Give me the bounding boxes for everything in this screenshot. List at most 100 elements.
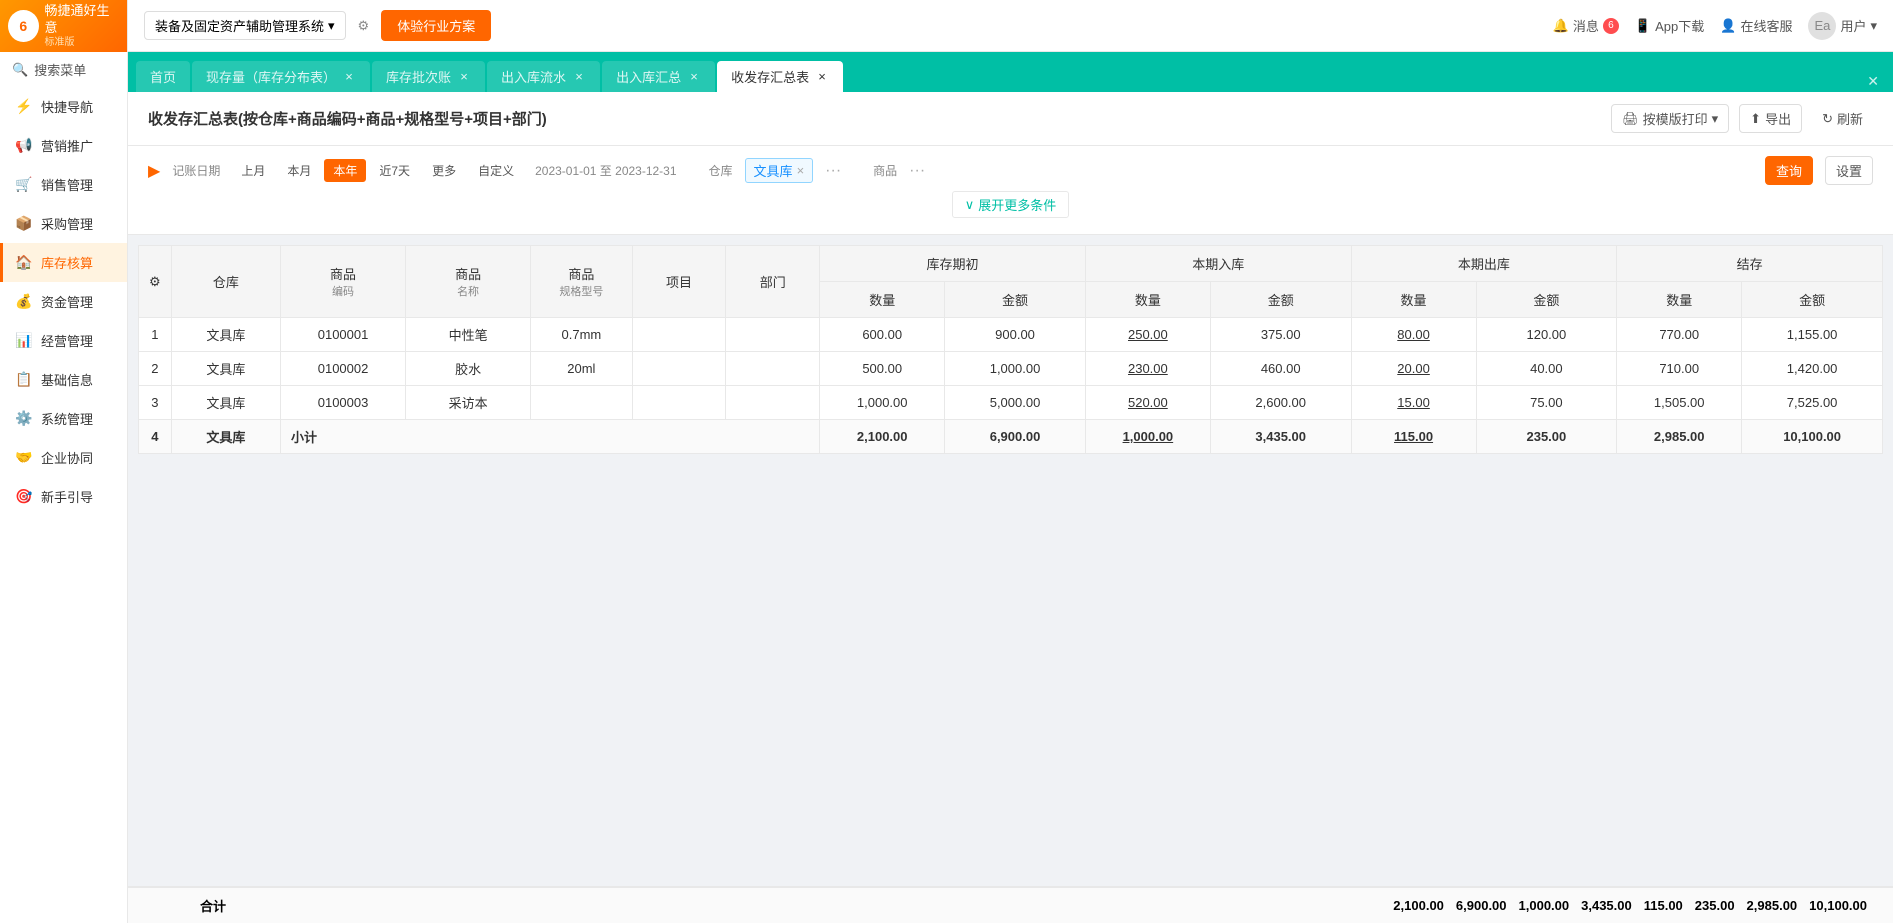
- printer-icon: 🖨: [1622, 111, 1639, 127]
- bell-icon: 🔔: [1553, 18, 1569, 34]
- tab-close-recv-summary[interactable]: ×: [815, 70, 829, 84]
- user-menu[interactable]: Ea 用户 ▾: [1808, 12, 1877, 40]
- topbar: 装备及固定资产辅助管理系统 ▾ ⚙ 体验行业方案 🔔 消息 6 📱 App下载 …: [128, 0, 1893, 52]
- th-period-in: 本期入库: [1085, 246, 1351, 282]
- total-closing-amt: 10,100.00: [1803, 894, 1873, 917]
- tab-inout-flow[interactable]: 出入库流水 ×: [487, 61, 600, 92]
- row1-spec: 0.7mm: [531, 318, 633, 352]
- th-opening-amt: 金额: [945, 282, 1086, 318]
- try-industry-button[interactable]: 体验行业方案: [381, 10, 491, 41]
- row1-in-qty[interactable]: 250.00: [1085, 318, 1210, 352]
- page-actions: 🖨 按模版打印 ▾ ⬆ 导出 ↻ 刷新: [1611, 104, 1873, 133]
- sidebar-item-basic[interactable]: 📋 基础信息: [0, 360, 127, 399]
- row3-out-qty[interactable]: 15.00: [1351, 386, 1476, 420]
- settings-button[interactable]: 设置: [1825, 156, 1873, 185]
- row2-opening-amt: 1,000.00: [945, 352, 1086, 386]
- row1-project: [632, 318, 726, 352]
- sidebar-item-quick-nav[interactable]: ⚡ 快捷导航: [0, 87, 127, 126]
- warehouse-tag-close[interactable]: ×: [797, 163, 805, 178]
- sidebar-item-finance[interactable]: 💰 资金管理: [0, 282, 127, 321]
- warehouse-label: 仓库: [709, 162, 733, 179]
- tab-batch-ledger[interactable]: 库存批次账 ×: [372, 61, 485, 92]
- page-title: 收发存汇总表(按仓库+商品编码+商品+规格型号+项目+部门): [148, 108, 547, 129]
- row2-dept: [726, 352, 820, 386]
- warehouse-more-btn[interactable]: ···: [825, 162, 841, 180]
- logo-icon: 6: [8, 10, 39, 42]
- expand-collapse-btn[interactable]: ▶: [148, 161, 160, 181]
- row3-in-qty[interactable]: 520.00: [1085, 386, 1210, 420]
- row1-warehouse: 文具库: [171, 318, 280, 352]
- subtotal-in-qty[interactable]: 1,000.00: [1085, 420, 1210, 454]
- row2-out-amt: 40.00: [1476, 352, 1617, 386]
- subtotal-opening-qty: 2,100.00: [820, 420, 945, 454]
- row3-out-amt: 75.00: [1476, 386, 1617, 420]
- row2-closing-qty: 710.00: [1617, 352, 1742, 386]
- row2-in-qty[interactable]: 230.00: [1085, 352, 1210, 386]
- row1-out-qty[interactable]: 80.00: [1351, 318, 1476, 352]
- th-settings[interactable]: ⚙: [139, 246, 172, 318]
- tab-close-inventory-dist[interactable]: ×: [342, 70, 356, 84]
- expand-row: ∨ 展开更多条件: [148, 185, 1873, 224]
- sidebar-item-operations[interactable]: 📊 经营管理: [0, 321, 127, 360]
- date-btn-more[interactable]: 更多: [423, 159, 465, 182]
- date-btn-custom[interactable]: 自定义: [469, 159, 523, 182]
- sidebar-item-inventory[interactable]: 🏠 库存核算: [0, 243, 127, 282]
- table-row: 2 文具库 0100002 胶水 20ml 500.00 1,000.00 23…: [139, 352, 1883, 386]
- th-period-out: 本期出库: [1351, 246, 1617, 282]
- chevron-down-icon: ▾: [1712, 111, 1719, 127]
- footer-total-bar: 合计 2,100.00 6,900.00 1,000.00 3,435.00 1…: [128, 886, 1893, 923]
- print-button[interactable]: 🖨 按模版打印 ▾: [1611, 104, 1729, 133]
- app-download-button[interactable]: 📱 App下载: [1635, 16, 1704, 35]
- date-btn-7days[interactable]: 近7天: [370, 159, 419, 182]
- tab-close-inout-summary[interactable]: ×: [687, 70, 701, 84]
- subtotal-out-amt: 235.00: [1476, 420, 1617, 454]
- sidebar-item-sales[interactable]: 🛒 销售管理: [0, 165, 127, 204]
- refresh-button[interactable]: ↻ 刷新: [1812, 105, 1873, 132]
- table-body: 1 文具库 0100001 中性笔 0.7mm 600.00 900.00 25…: [139, 318, 1883, 454]
- row2-no: 2: [139, 352, 172, 386]
- sidebar-item-collab[interactable]: 🤝 企业协同: [0, 438, 127, 477]
- th-in-qty: 数量: [1085, 282, 1210, 318]
- close-all-icon[interactable]: ✕: [1861, 71, 1885, 92]
- subtotal-row: 4 文具库 小计 2,100.00 6,900.00 1,000.00 3,43…: [139, 420, 1883, 454]
- date-btn-this-year[interactable]: 本年: [324, 159, 366, 182]
- sidebar-search[interactable]: 🔍 搜索菜单: [0, 52, 127, 87]
- goods-more-btn[interactable]: ···: [909, 162, 925, 180]
- subtotal-out-qty[interactable]: 115.00: [1351, 420, 1476, 454]
- gear-icon[interactable]: ⚙: [358, 18, 370, 34]
- total-out-qty: 115.00: [1638, 894, 1689, 917]
- sidebar-item-guide[interactable]: 🎯 新手引导: [0, 477, 127, 516]
- sidebar-item-purchase[interactable]: 📦 采购管理: [0, 204, 127, 243]
- date-btn-this-month[interactable]: 本月: [278, 159, 320, 182]
- online-service-button[interactable]: 👤 在线客服: [1720, 16, 1792, 35]
- row3-opening-amt: 5,000.00: [945, 386, 1086, 420]
- row1-in-amt: 375.00: [1210, 318, 1351, 352]
- row2-out-qty[interactable]: 20.00: [1351, 352, 1476, 386]
- content-area: 收发存汇总表(按仓库+商品编码+商品+规格型号+项目+部门) 🖨 按模版打印 ▾…: [128, 92, 1893, 923]
- subtotal-opening-amt: 6,900.00: [945, 420, 1086, 454]
- tab-inventory-dist[interactable]: 现存量（库存分布表） ×: [192, 61, 370, 92]
- tab-close-inout-flow[interactable]: ×: [572, 70, 586, 84]
- sidebar-item-marketing[interactable]: 📢 营销推广: [0, 126, 127, 165]
- sidebar-item-system[interactable]: ⚙️ 系统管理: [0, 399, 127, 438]
- tab-recv-summary[interactable]: 收发存汇总表 ×: [717, 61, 843, 92]
- notifications-button[interactable]: 🔔 消息 6: [1553, 16, 1619, 35]
- row3-dept: [726, 386, 820, 420]
- query-button[interactable]: 查询: [1765, 156, 1813, 185]
- expand-more-conditions[interactable]: ∨ 展开更多条件: [952, 191, 1070, 218]
- export-button[interactable]: ⬆ 导出: [1739, 104, 1802, 133]
- row3-no: 3: [139, 386, 172, 420]
- row2-in-amt: 460.00: [1210, 352, 1351, 386]
- tabbar: 首页 现存量（库存分布表） × 库存批次账 × 出入库流水 × 出入库汇总 × …: [128, 52, 1893, 92]
- system-selector[interactable]: 装备及固定资产辅助管理系统 ▾: [144, 11, 346, 40]
- date-btn-last-month[interactable]: 上月: [232, 159, 274, 182]
- total-out-amt: 235.00: [1689, 894, 1741, 917]
- export-icon: ⬆: [1750, 111, 1761, 127]
- th-warehouse: 仓库: [171, 246, 280, 318]
- filter-row-1: ▶ 记账日期 上月 本月 本年 近7天 更多 自定义 2023-01-01 至 …: [148, 156, 1873, 185]
- tab-close-batch-ledger[interactable]: ×: [457, 70, 471, 84]
- row1-code: 0100001: [281, 318, 406, 352]
- warehouse-tag[interactable]: 文具库 ×: [745, 158, 814, 183]
- tab-home[interactable]: 首页: [136, 61, 190, 92]
- tab-inout-summary[interactable]: 出入库汇总 ×: [602, 61, 715, 92]
